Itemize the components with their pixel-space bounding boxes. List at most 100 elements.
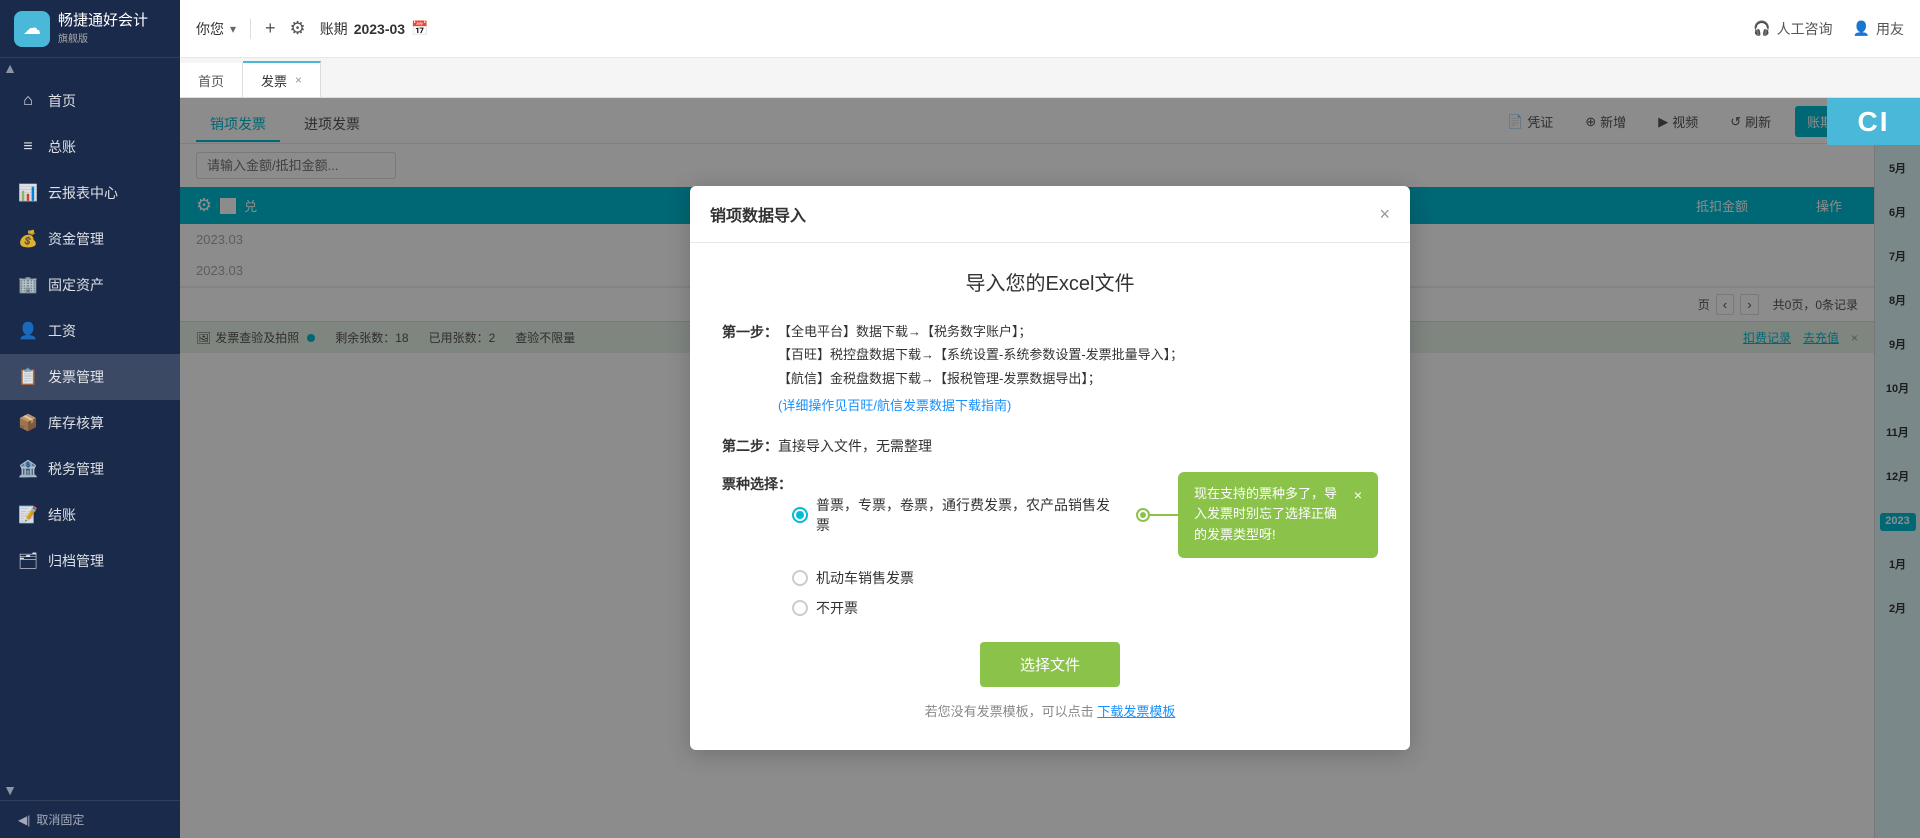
sidebar-item-inventory[interactable]: 📦 库存核算 <box>0 400 180 446</box>
sidebar-label-fund: 资金管理 <box>48 229 104 249</box>
sidebar-label-home: 首页 <box>48 91 76 111</box>
tooltip-dot <box>1138 510 1148 520</box>
tooltip: × 现在支持的票种多了，导入发票时别忘了选择正确的发票类型呀! <box>1178 472 1378 558</box>
ticket-option-3[interactable]: 不开票 <box>792 598 1378 618</box>
sidebar-item-fund[interactable]: 💰 资金管理 <box>0 216 180 262</box>
step1-line1: 【全电平台】数据下载→【税务数字账户】； <box>778 320 1183 343</box>
sidebar-item-checkout[interactable]: 📝 结账 <box>0 492 180 538</box>
sidebar-label-ledger: 总账 <box>48 137 76 157</box>
sidebar-label-tax: 税务管理 <box>48 459 104 479</box>
radio-opt1[interactable] <box>792 507 808 523</box>
user-icon: 👤 <box>1853 20 1870 37</box>
sidebar-logo: ☁ 畅捷通好会计 旗舰版 <box>0 0 180 58</box>
modal-close-button[interactable]: × <box>1379 204 1390 225</box>
period-value: 2023-03 <box>354 21 405 37</box>
topbar-add-button[interactable]: + <box>265 18 276 39</box>
tooltip-close-button[interactable]: × <box>1354 484 1362 506</box>
tab-invoice-label: 发票 <box>261 71 287 90</box>
calendar-icon[interactable]: 📅 <box>411 20 428 37</box>
sidebar-label-cloud-report: 云报表中心 <box>48 183 118 203</box>
modal-title: 销项数据导入 <box>710 202 806 226</box>
ci-badge: CI <box>1827 98 1920 145</box>
user-button[interactable]: 👤 用友 <box>1853 19 1904 39</box>
ticket-opt3-label: 不开票 <box>816 598 858 618</box>
consult-button[interactable]: 🎧 人工咨询 <box>1753 19 1832 39</box>
company-selector[interactable]: 你您 ▾ <box>196 19 236 39</box>
ledger-icon: ≡ <box>18 137 38 157</box>
sidebar-item-ledger[interactable]: ≡ 总账 <box>0 124 180 170</box>
sidebar-pin-toggle[interactable]: ◀| 取消固定 <box>0 800 180 838</box>
logo-badge: 旗舰版 <box>58 30 148 45</box>
sidebar-item-home[interactable]: ⌂ 首页 <box>0 78 180 124</box>
checkout-icon: 📝 <box>18 505 38 525</box>
import-modal: 销项数据导入 × 导入您的Excel文件 第一步： 【全电平台】数据下载→【税务… <box>690 186 1410 750</box>
ticket-opt2-label: 机动车销售发票 <box>816 568 914 588</box>
sidebar-item-fixed-assets[interactable]: 🏢 固定资产 <box>0 262 180 308</box>
sidebar-scroll-up[interactable]: ▲ <box>0 58 20 78</box>
sidebar-label-checkout: 结账 <box>48 505 76 525</box>
user-label: 用友 <box>1876 19 1904 39</box>
invoice-icon: 📋 <box>18 367 38 387</box>
logo-icon: ☁ <box>14 11 50 47</box>
tab-invoice-close-icon[interactable]: × <box>295 73 302 87</box>
radio-opt3[interactable] <box>792 600 808 616</box>
tabbar: 首页 发票 × <box>180 58 1920 98</box>
sidebar-item-payroll[interactable]: 👤 工资 <box>0 308 180 354</box>
ticket-options: 普票，专票，卷票，通行费发票，农产品销售发票 × 现在支持的票种多了，导 <box>792 472 1378 618</box>
pin-icon: ◀| <box>18 813 30 827</box>
step1-content: 【全电平台】数据下载→【税务数字账户】； 【百旺】税控盘数据下载→【系统设置-系… <box>778 320 1183 418</box>
modal-hint: 若您没有发票模板，可以点击 下载发票模板 <box>722 701 1378 720</box>
sidebar-item-tax[interactable]: 🏦 税务管理 <box>0 446 180 492</box>
step1-guide-link[interactable]: (详细操作见百旺/航信发票数据下载指南) <box>778 398 1011 413</box>
step1-line2: 【百旺】税控盘数据下载→【系统设置-系统参数设置-发票批量导入】； <box>778 343 1183 366</box>
ticket-option-2[interactable]: 机动车销售发票 <box>792 568 1378 588</box>
sidebar-item-invoice[interactable]: 📋 发票管理 <box>0 354 180 400</box>
step2-row: 第二步： 直接导入文件，无需整理 <box>722 434 1378 456</box>
fund-icon: 💰 <box>18 229 38 249</box>
content-area: 销项发票 进项发票 📄 凭证 ⊕ 新增 <box>180 98 1920 838</box>
tab-home-label: 首页 <box>198 71 224 90</box>
step1-link-row: (详细操作见百旺/航信发票数据下载指南) <box>778 394 1183 417</box>
download-template-link[interactable]: 下载发票模板 <box>1097 704 1175 719</box>
topbar-right: 🎧 人工咨询 👤 用友 <box>1753 19 1904 39</box>
pin-label: 取消固定 <box>36 811 84 828</box>
ticket-option-1[interactable]: 普票，专票，卷票，通行费发票，农产品销售发票 <box>792 495 1122 535</box>
ticket-row: 票种选择： 普票，专票，卷票，通行费发票，农产品销售发票 <box>722 472 1378 618</box>
fixed-assets-icon: 🏢 <box>18 275 38 295</box>
step1-line3: 【航信】金税盘数据下载→【报税管理-发票数据导出】； <box>778 367 1183 390</box>
modal-body: 导入您的Excel文件 第一步： 【全电平台】数据下载→【税务数字账户】； 【百… <box>690 243 1410 750</box>
sidebar-item-cloud-report[interactable]: 📊 云报表中心 <box>0 170 180 216</box>
archive-icon: 🗂 <box>18 551 38 571</box>
logo-name: 畅捷通好会计 <box>58 12 148 30</box>
sidebar-label-payroll: 工资 <box>48 321 76 341</box>
sidebar-label-fixed-assets: 固定资产 <box>48 275 104 295</box>
step2-text: 直接导入文件，无需整理 <box>778 434 932 456</box>
sidebar-label-inventory: 库存核算 <box>48 413 104 433</box>
headset-icon: 🎧 <box>1753 20 1770 37</box>
sidebar-scroll-down[interactable]: ▼ <box>0 780 20 800</box>
tooltip-text: 现在支持的票种多了，导入发票时别忘了选择正确的发票类型呀! <box>1194 486 1337 543</box>
sidebar-item-archive[interactable]: 🗂 归档管理 <box>0 538 180 584</box>
company-arrow-icon: ▾ <box>230 22 236 36</box>
modal-footer: 选择文件 <box>722 642 1378 687</box>
modal-overlay: 销项数据导入 × 导入您的Excel文件 第一步： 【全电平台】数据下载→【税务… <box>180 98 1920 838</box>
hint-prefix: 若您没有发票模板，可以点击 <box>925 704 1094 719</box>
step1-label: 第一步： <box>722 320 778 342</box>
modal-header: 销项数据导入 × <box>690 186 1410 243</box>
radio-opt2[interactable] <box>792 570 808 586</box>
main-area: 你您 ▾ + ⚙ 账期 2023-03 📅 🎧 人工咨询 👤 用友 <box>180 0 1920 838</box>
select-file-button[interactable]: 选择文件 <box>980 642 1120 687</box>
topbar-settings-button[interactable]: ⚙ <box>290 18 306 39</box>
cloud-report-icon: 📊 <box>18 183 38 203</box>
modal-main-title: 导入您的Excel文件 <box>722 267 1378 296</box>
tab-invoice[interactable]: 发票 × <box>243 61 321 97</box>
tooltip-line <box>1148 514 1178 516</box>
home-icon: ⌂ <box>18 91 38 111</box>
tab-home[interactable]: 首页 <box>180 63 243 97</box>
tooltip-connector: × 现在支持的票种多了，导入发票时别忘了选择正确的发票类型呀! <box>1138 472 1378 558</box>
tax-icon: 🏦 <box>18 459 38 479</box>
ticket-opt1-label: 普票，专票，卷票，通行费发票，农产品销售发票 <box>816 495 1122 535</box>
payroll-icon: 👤 <box>18 321 38 341</box>
topbar-separator <box>250 19 251 39</box>
ci-text: CI <box>1858 106 1890 138</box>
